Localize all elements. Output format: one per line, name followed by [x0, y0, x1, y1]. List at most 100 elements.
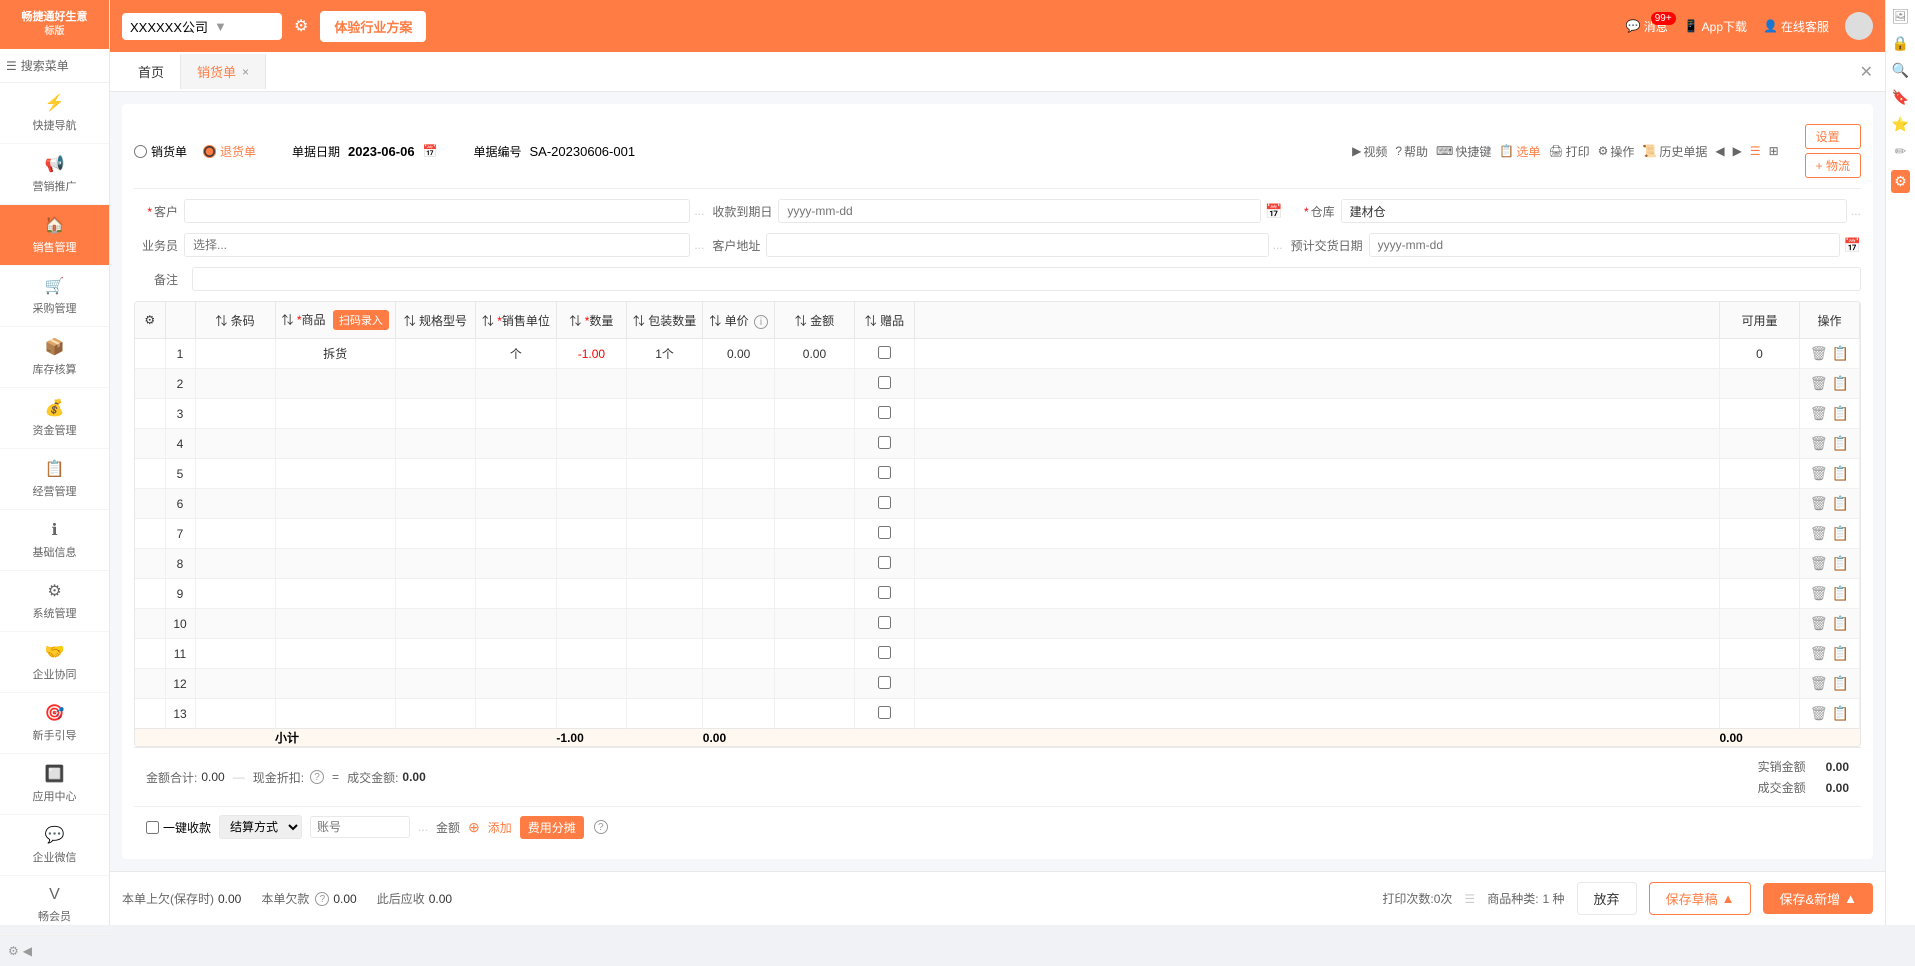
sidebar-item-vip[interactable]: V 畅会员: [0, 876, 109, 935]
row-pkgqty[interactable]: [626, 369, 702, 399]
print-btn[interactable]: 🖨 打印: [1548, 143, 1589, 160]
row-copy-icon[interactable]: 📋: [1832, 585, 1849, 602]
row-gift[interactable]: [854, 699, 914, 729]
row-delete-icon[interactable]: 🗑: [1810, 405, 1828, 422]
sidebar-item-finance[interactable]: 💰 资金管理: [0, 388, 109, 449]
salesperson-input[interactable]: [184, 233, 690, 257]
rs-lock-icon[interactable]: 🔒: [1892, 35, 1909, 52]
row-copy-icon[interactable]: 📋: [1832, 555, 1849, 572]
row-price[interactable]: [703, 459, 775, 489]
settings-button[interactable]: 设置: [1805, 124, 1861, 149]
row-gift[interactable]: [854, 459, 914, 489]
row-spec[interactable]: [395, 339, 475, 369]
gift-checkbox[interactable]: [878, 346, 891, 359]
row-barcode[interactable]: [195, 429, 275, 459]
sidebar-item-system[interactable]: ⚙ 系统管理: [0, 571, 109, 632]
row-pkgqty[interactable]: [626, 429, 702, 459]
row-barcode[interactable]: [195, 639, 275, 669]
row-product[interactable]: [275, 519, 395, 549]
gift-checkbox[interactable]: [878, 406, 891, 419]
rs-search-icon[interactable]: 🔍: [1892, 62, 1909, 79]
customer-dots[interactable]: ...: [694, 204, 704, 218]
warehouse-dots[interactable]: ...: [1851, 204, 1861, 218]
gift-checkbox[interactable]: [878, 556, 891, 569]
trial-button[interactable]: 体验行业方案: [320, 11, 426, 42]
row-spec[interactable]: [395, 669, 475, 699]
row-barcode[interactable]: [195, 609, 275, 639]
row-barcode[interactable]: [195, 669, 275, 699]
row-copy-icon[interactable]: 📋: [1832, 375, 1849, 392]
expense-info-icon[interactable]: ?: [594, 820, 608, 834]
sidebar-item-basic[interactable]: ℹ 基础信息: [0, 510, 109, 571]
account-input[interactable]: [310, 816, 410, 838]
sidebar-item-search[interactable]: ☰ 搜索菜单: [0, 49, 109, 83]
row-copy-icon[interactable]: 📋: [1832, 525, 1849, 542]
row-price[interactable]: [703, 639, 775, 669]
row-product[interactable]: [275, 549, 395, 579]
abandon-button[interactable]: 放弃: [1577, 882, 1637, 915]
radio-sales-order[interactable]: 销货单: [134, 143, 187, 160]
row-pkgqty[interactable]: [626, 519, 702, 549]
warehouse-input[interactable]: [1341, 199, 1847, 223]
view-list-icon[interactable]: ☰: [1750, 144, 1761, 158]
customer-addr-input[interactable]: [766, 233, 1268, 257]
row-gift[interactable]: [854, 519, 914, 549]
row-spec[interactable]: [395, 519, 475, 549]
row-amount[interactable]: [774, 669, 854, 699]
rs-edit-icon[interactable]: ✏: [1895, 143, 1907, 160]
gift-checkbox[interactable]: [878, 436, 891, 449]
row-gift[interactable]: [854, 339, 914, 369]
row-product[interactable]: [275, 609, 395, 639]
save-new-button[interactable]: 保存&新增 ▲: [1763, 883, 1873, 914]
radio-return-input[interactable]: [203, 145, 216, 158]
row-amount[interactable]: [774, 369, 854, 399]
row-delete-icon[interactable]: 🗑: [1810, 585, 1828, 602]
row-pkgqty[interactable]: [626, 639, 702, 669]
price-info-icon[interactable]: i: [754, 315, 768, 329]
row-amount[interactable]: [774, 519, 854, 549]
row-delete-icon[interactable]: 🗑: [1810, 705, 1828, 722]
row-unit[interactable]: [475, 699, 556, 729]
row-qty[interactable]: [556, 549, 626, 579]
row-product[interactable]: [275, 579, 395, 609]
row-copy-icon[interactable]: 📋: [1832, 495, 1849, 512]
row-amount[interactable]: [774, 399, 854, 429]
row-qty[interactable]: [556, 489, 626, 519]
row-amount[interactable]: [774, 699, 854, 729]
row-qty[interactable]: [556, 669, 626, 699]
rs-image-icon[interactable]: 🖼: [1892, 8, 1910, 25]
row-delete-icon[interactable]: 🗑: [1810, 495, 1828, 512]
row-qty[interactable]: [556, 429, 626, 459]
row-price[interactable]: [703, 609, 775, 639]
row-barcode[interactable]: [195, 399, 275, 429]
rs-star-icon[interactable]: ⭐: [1892, 116, 1909, 133]
customer-addr-dots[interactable]: ...: [1273, 238, 1283, 252]
one-click-pay-label[interactable]: 一键收款: [146, 819, 211, 836]
row-qty[interactable]: [556, 519, 626, 549]
row-unit[interactable]: 个: [475, 339, 556, 369]
row-unit[interactable]: [475, 459, 556, 489]
row-delete-icon[interactable]: 🗑: [1810, 525, 1828, 542]
row-qty[interactable]: [556, 609, 626, 639]
row-delete-icon[interactable]: 🗑: [1810, 375, 1828, 392]
add-payment-icon[interactable]: ⊕: [468, 819, 480, 836]
row-spec[interactable]: [395, 369, 475, 399]
one-click-pay-checkbox[interactable]: [146, 821, 159, 834]
sidebar-item-collab[interactable]: 🤝 企业协同: [0, 632, 109, 693]
row-barcode[interactable]: [195, 339, 275, 369]
note-input[interactable]: [192, 267, 1861, 291]
row-unit[interactable]: [475, 489, 556, 519]
total-owe-info-icon[interactable]: ?: [315, 892, 329, 906]
row-gift[interactable]: [854, 669, 914, 699]
row-product[interactable]: [275, 669, 395, 699]
product-type-icon[interactable]: ☰: [1464, 892, 1475, 906]
radio-return-order[interactable]: 退货单: [203, 143, 256, 160]
video-btn[interactable]: ▶ 视频: [1352, 143, 1387, 160]
sidebar-collapse-icon[interactable]: ◀: [23, 944, 32, 958]
expected-date-input[interactable]: [1369, 233, 1840, 257]
row-qty[interactable]: [556, 399, 626, 429]
row-spec[interactable]: [395, 549, 475, 579]
sidebar-item-sales[interactable]: 🏠 销售管理: [0, 205, 109, 266]
row-amount[interactable]: [774, 489, 854, 519]
select-btn[interactable]: 📋 选单: [1499, 143, 1540, 160]
